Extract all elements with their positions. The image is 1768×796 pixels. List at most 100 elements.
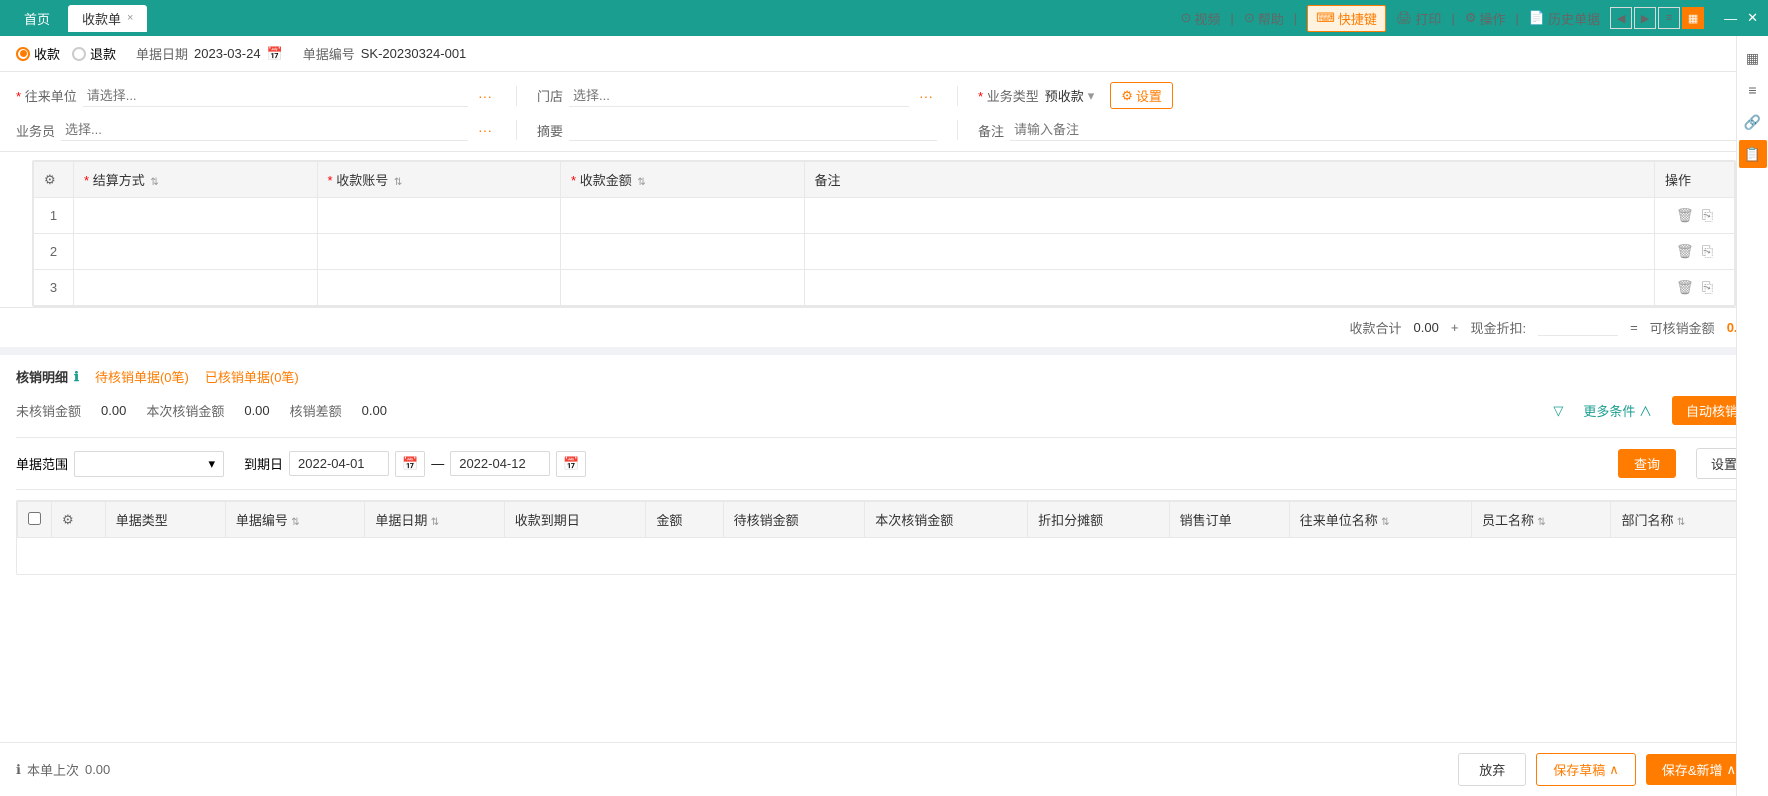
salesperson-input[interactable] — [61, 119, 468, 141]
print-tool[interactable]: 🖨 打印 — [1396, 9, 1442, 28]
radio-refund[interactable]: 退款 — [72, 44, 116, 63]
minimize-icon[interactable]: — — [1724, 11, 1737, 26]
amount-cell-3[interactable] — [561, 270, 805, 306]
discard-button[interactable]: 放弃 — [1458, 753, 1526, 786]
next-view-btn[interactable]: ▶ — [1634, 7, 1656, 29]
copy-icon-3[interactable]: ⎘ — [1702, 279, 1713, 296]
table-settings-icon[interactable]: ⚙ — [44, 172, 56, 187]
table-row: 3 🗑 ⎘ — [34, 270, 1735, 306]
date-from-calendar[interactable]: 📅 — [395, 451, 425, 477]
shortcut-icon: ⌨ — [1316, 10, 1335, 26]
date-to-input[interactable] — [450, 451, 550, 476]
amount-cell-2[interactable] — [561, 234, 805, 270]
account-cell-1[interactable] — [317, 198, 561, 234]
sidebar-table-icon[interactable]: ▦ — [1739, 44, 1767, 72]
settlement-cell-3[interactable] — [74, 270, 318, 306]
th-discount: 折扣分摊额 — [1028, 502, 1170, 538]
sidebar-list-icon[interactable]: ≡ — [1739, 76, 1767, 104]
date-from-input[interactable] — [289, 451, 389, 476]
store-input[interactable] — [569, 85, 909, 107]
checkbox-header[interactable] — [18, 502, 52, 538]
copy-icon-1[interactable]: ⎘ — [1702, 207, 1713, 224]
th-counterpart: 往来单位名称 ⇅ — [1289, 502, 1471, 538]
done-tab[interactable]: 已核销单据(0笔) — [205, 367, 299, 386]
date-calendar-icon[interactable]: 📅 — [267, 46, 283, 62]
history-tool[interactable]: 📄 历史单据 — [1529, 9, 1600, 28]
list-view-btn[interactable]: ≡ — [1658, 7, 1680, 29]
remarks-cell-2[interactable] — [804, 234, 1655, 270]
business-type-select[interactable]: 预收款 ▾ — [1045, 86, 1095, 105]
radio-receipt[interactable]: 收款 — [16, 44, 60, 63]
filter-icon[interactable]: ▽ — [1553, 403, 1563, 419]
video-tool[interactable]: ⊙ 视频 — [1181, 9, 1221, 28]
sidebar-link-icon[interactable]: 🔗 — [1739, 108, 1767, 136]
delete-icon-3[interactable]: 🗑 — [1676, 279, 1694, 296]
remarks-cell-3[interactable] — [804, 270, 1655, 306]
verify-table: ⚙ 单据类型 单据编号 ⇅ 单据日期 ⇅ — [17, 501, 1751, 574]
remarks-input[interactable] — [1010, 119, 1752, 141]
th-number: 单据编号 ⇅ — [225, 502, 364, 538]
nav-receipts-tab[interactable]: 收款单 × — [68, 5, 147, 32]
date-to-calendar[interactable]: 📅 — [556, 451, 586, 477]
radio-refund-label: 退款 — [90, 44, 116, 63]
delete-icon-1[interactable]: 🗑 — [1676, 207, 1694, 224]
shortcut-tool[interactable]: ⌨ 快捷键 — [1307, 5, 1386, 32]
th-due-date: 收款到期日 — [504, 502, 646, 538]
grid-view-btn[interactable]: ▦ — [1682, 7, 1704, 29]
more-conditions-link[interactable]: 更多条件 ∧ — [1583, 401, 1652, 420]
business-type-label: * 业务类型 — [978, 86, 1039, 105]
action-cell-1: 🗑 ⎘ — [1655, 198, 1735, 234]
amount-header: * 收款金额 ⇅ — [561, 162, 805, 198]
header-tools: ⊙ 视频 | ⊙ 帮助 | ⌨ 快捷键 🖨 打印 | ⚙ 操作 | 📄 历史单据… — [1181, 5, 1705, 32]
copy-icon-2[interactable]: ⎘ — [1702, 243, 1713, 260]
store-ellipsis[interactable]: ··· — [915, 88, 937, 104]
current-verify-label: 本次核销金额 — [146, 401, 224, 420]
settings-button[interactable]: ⚙ 设置 — [1110, 82, 1173, 109]
close-window-icon[interactable]: ✕ — [1747, 10, 1758, 26]
account-cell-3[interactable] — [317, 270, 561, 306]
salesperson-group: 业务员 ··· — [16, 119, 496, 141]
plus-symbol: + — [1451, 320, 1459, 335]
filter-fields: 单据范围 ▾ 到期日 📅 — 📅 查询 设置 — [16, 437, 1752, 490]
remarks-cell-1[interactable] — [804, 198, 1655, 234]
equals-symbol: = — [1630, 320, 1638, 335]
range-select[interactable]: ▾ — [74, 451, 224, 477]
field-row-2: 业务员 ··· 摘要 备注 — [16, 119, 1752, 141]
row-num-3: 3 — [34, 270, 74, 306]
top-nav: 首页 收款单 × ⊙ 视频 | ⊙ 帮助 | ⌨ 快捷键 🖨 打印 | ⚙ 操作… — [0, 0, 1768, 36]
pending-tab[interactable]: 待核销单据(0笔) — [95, 367, 189, 386]
help-tool[interactable]: ⊙ 帮助 — [1244, 9, 1284, 28]
select-all-checkbox[interactable] — [28, 512, 41, 525]
close-tab-icon[interactable]: × — [127, 12, 133, 24]
counterpart-input[interactable] — [83, 85, 468, 107]
save-draft-button[interactable]: 保存草稿 ∧ — [1536, 753, 1636, 786]
salesperson-ellipsis[interactable]: ··· — [474, 122, 496, 138]
nav-home[interactable]: 首页 — [10, 5, 64, 32]
settings-icon: ⚙ — [1121, 88, 1133, 104]
bottom-empty-row — [18, 538, 1751, 574]
gear-header[interactable]: ⚙ — [34, 162, 74, 198]
table-container: ⚙ * 结算方式 ⇅ * 收款账号 ⇅ * — [32, 160, 1736, 307]
delete-icon-2[interactable]: 🗑 — [1676, 243, 1694, 260]
amount-cell-1[interactable] — [561, 198, 805, 234]
table2-settings-icon[interactable]: ⚙ — [62, 512, 74, 527]
operation-tool[interactable]: ⚙ 操作 — [1465, 9, 1506, 28]
settlement-cell-2[interactable] — [74, 234, 318, 270]
tab-label: 收款单 — [82, 9, 121, 28]
operation-header: 操作 — [1655, 162, 1735, 198]
info-icon[interactable]: ℹ — [74, 369, 79, 385]
summary-input[interactable] — [569, 119, 937, 141]
remarks-header: 备注 — [804, 162, 1655, 198]
account-cell-2[interactable] — [317, 234, 561, 270]
view-toggles: ◀ ▶ ≡ ▦ — [1610, 7, 1704, 29]
sidebar-active-icon[interactable]: 📋 — [1739, 140, 1767, 168]
prev-view-btn[interactable]: ◀ — [1610, 7, 1632, 29]
query-button[interactable]: 查询 — [1618, 449, 1676, 478]
th-gear[interactable]: ⚙ — [52, 502, 106, 538]
counterpart-ellipsis[interactable]: ··· — [474, 88, 496, 104]
settlement-cell-1[interactable] — [74, 198, 318, 234]
diff-label: 核销差额 — [290, 401, 342, 420]
help-icon: ⊙ — [1244, 10, 1255, 26]
discount-input[interactable] — [1538, 320, 1618, 336]
footer: ℹ 本单上次 0.00 放弃 保存草稿 ∧ 保存&新增 ∧ — [0, 742, 1768, 796]
